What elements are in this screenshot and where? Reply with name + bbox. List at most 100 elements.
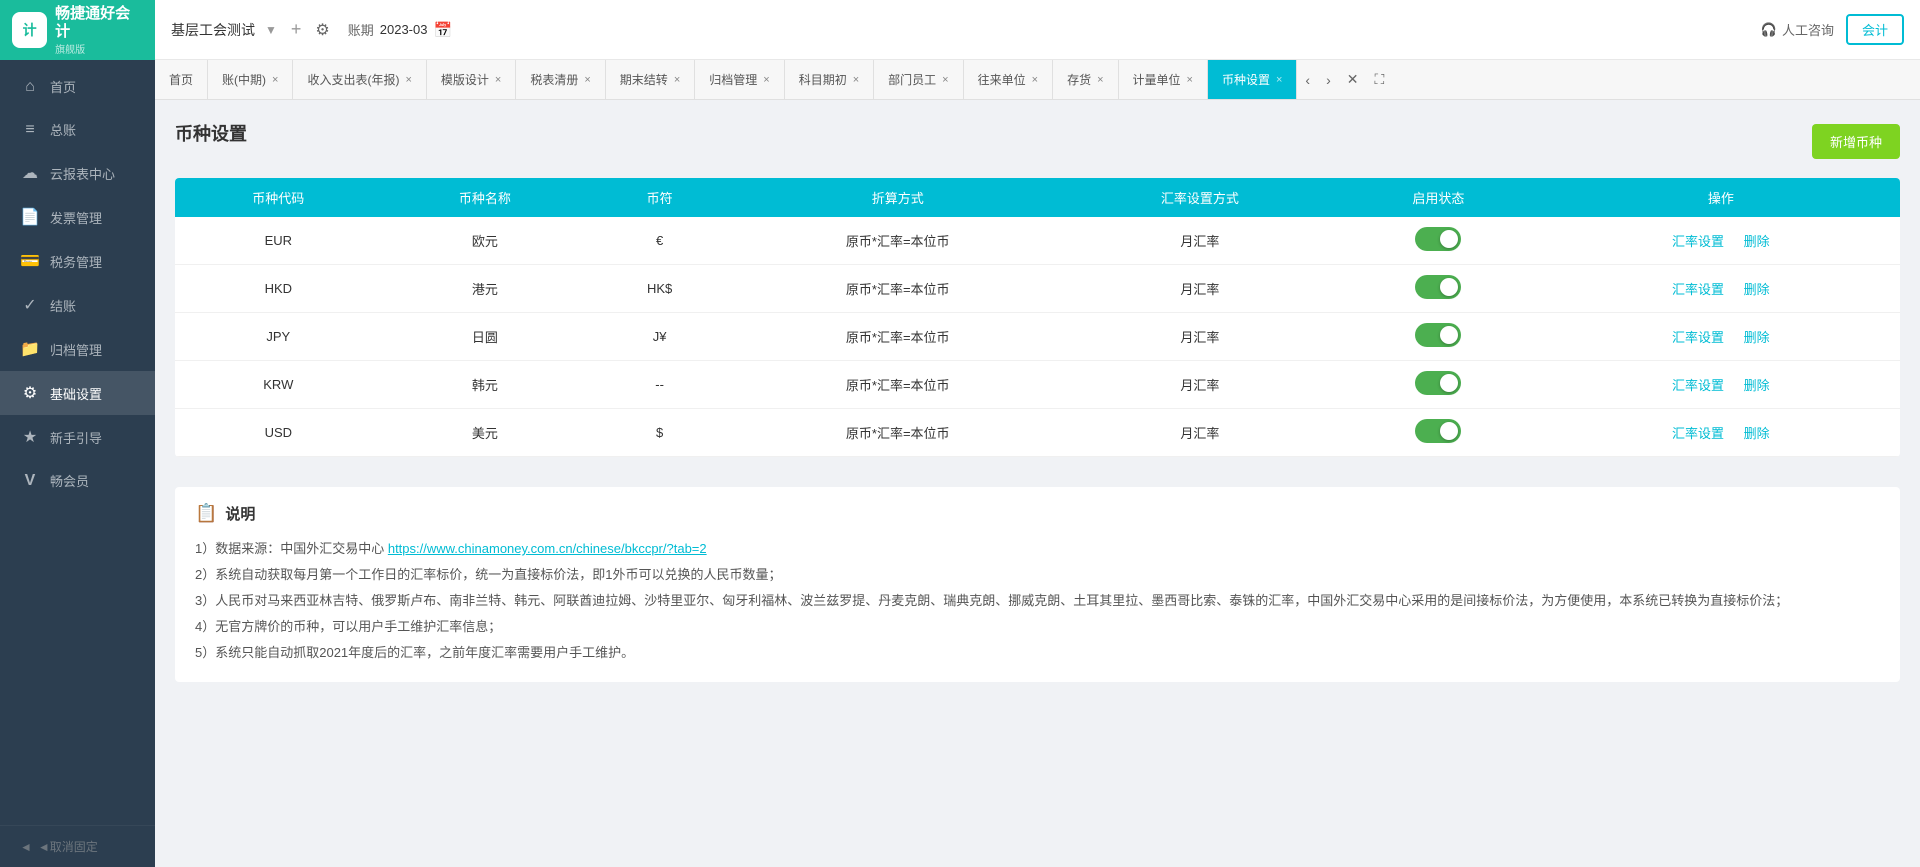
notes-link[interactable]: https://www.chinamoney.com.cn/chinese/bk… [388, 541, 707, 556]
tab-inventory[interactable]: 存货 × [1053, 60, 1118, 99]
tab-unit[interactable]: 计量单位 × [1119, 60, 1208, 99]
toggle-switch-4[interactable] [1415, 419, 1461, 443]
tab-home[interactable]: 首页 [155, 60, 208, 99]
period-value: 2023-03 [380, 22, 428, 37]
toggle-switch-3[interactable] [1415, 371, 1461, 395]
sidebar-item-checkout[interactable]: ✓ 结账 [0, 283, 155, 327]
sidebar-item-archive[interactable]: 📁 归档管理 [0, 327, 155, 371]
settings-icon: ⚙ [20, 383, 40, 403]
tab-period-end-label: 期末结转 [620, 71, 668, 88]
consulting-button[interactable]: 🎧 人工咨询 [1761, 20, 1834, 39]
logo-sub: 旗舰版 [55, 41, 143, 56]
toggle-switch-2[interactable] [1415, 323, 1461, 347]
delete-link-2[interactable]: 删除 [1744, 330, 1770, 345]
sidebar-nav: ⌂ 首页 ≡ 总账 ☁ 云报表中心 📄 发票管理 💳 税务管理 ✓ 结账 📁 归… [0, 60, 155, 825]
delete-link-3[interactable]: 删除 [1744, 378, 1770, 393]
sidebar-item-guide[interactable]: ★ 新手引导 [0, 415, 155, 459]
tab-period-end[interactable]: 期末结转 × [606, 60, 695, 99]
toggle-switch-1[interactable] [1415, 275, 1461, 299]
sidebar-item-settings[interactable]: ⚙ 基础设置 [0, 371, 155, 415]
sidebar-item-tax[interactable]: 💳 税务管理 [0, 239, 155, 283]
cell-rate-type-1: 月汇率 [1065, 265, 1336, 313]
checkout-icon: ✓ [20, 295, 40, 315]
kuaiji-button[interactable]: 会计 [1846, 14, 1904, 45]
tab-currency-close[interactable]: × [1276, 74, 1282, 86]
tab-unit-close[interactable]: × [1187, 74, 1193, 86]
tab-dept[interactable]: 部门员工 × [874, 60, 963, 99]
tab-archive[interactable]: 归档管理 × [695, 60, 784, 99]
cell-toggle-3 [1335, 361, 1542, 409]
table-row: EUR 欧元 € 原币*汇率=本位币 月汇率 汇率设置 删除 [175, 217, 1900, 265]
rate-settings-link-0[interactable]: 汇率设置 [1672, 234, 1724, 249]
toggle-knob-4 [1440, 422, 1458, 440]
cell-method-1: 原币*汇率=本位币 [731, 265, 1065, 313]
ledger-icon: ≡ [20, 121, 40, 139]
tab-counterpart[interactable]: 往来单位 × [964, 60, 1053, 99]
tab-currency[interactable]: 币种设置 × [1208, 60, 1297, 99]
tab-subject[interactable]: 科目期初 × [785, 60, 874, 99]
tab-income-label: 收入支出表(年报) [307, 71, 399, 88]
sidebar-label-reports: 云报表中心 [50, 164, 115, 183]
sidebar-item-invoice[interactable]: 📄 发票管理 [0, 195, 155, 239]
cell-method-3: 原币*汇率=本位币 [731, 361, 1065, 409]
tab-prev-button[interactable]: ‹ [1297, 60, 1318, 99]
rate-settings-link-1[interactable]: 汇率设置 [1672, 282, 1724, 297]
add-tab-button[interactable]: + [287, 19, 306, 40]
tab-account[interactable]: 账(中期) × [208, 60, 293, 99]
tab-tax[interactable]: 税表清册 × [516, 60, 605, 99]
table-row: JPY 日圆 J¥ 原币*汇率=本位币 月汇率 汇率设置 删除 [175, 313, 1900, 361]
sidebar-item-ledger[interactable]: ≡ 总账 [0, 108, 155, 151]
col-symbol: 币符 [588, 178, 731, 217]
sidebar-item-reports[interactable]: ☁ 云报表中心 [0, 151, 155, 195]
rate-settings-link-3[interactable]: 汇率设置 [1672, 378, 1724, 393]
tab-bar: 首页 账(中期) × 收入支出表(年报) × 模版设计 × 税表清册 × 期末结… [155, 60, 1920, 100]
col-rate-type: 汇率设置方式 [1065, 178, 1336, 217]
tab-counterpart-close[interactable]: × [1032, 74, 1038, 86]
delete-link-1[interactable]: 删除 [1744, 282, 1770, 297]
company-settings-icon[interactable]: ⚙ [315, 20, 329, 40]
tab-tax-close[interactable]: × [584, 74, 590, 86]
tab-expand-button[interactable]: ⛶ [1367, 60, 1393, 99]
tab-inventory-close[interactable]: × [1097, 74, 1103, 86]
delete-link-4[interactable]: 删除 [1744, 426, 1770, 441]
tab-period-end-close[interactable]: × [674, 74, 680, 86]
sidebar-pin-toggle[interactable]: ◄ ◄取消固定 [0, 825, 155, 867]
tab-template[interactable]: 模版设计 × [427, 60, 516, 99]
company-dropdown-icon[interactable]: ▼ [265, 23, 277, 37]
new-currency-button[interactable]: 新增币种 [1812, 124, 1900, 159]
tab-archive-close[interactable]: × [763, 74, 769, 86]
guide-icon: ★ [20, 427, 40, 447]
sidebar-label-guide: 新手引导 [50, 428, 102, 447]
sidebar-item-member[interactable]: V 畅会员 [0, 459, 155, 502]
home-icon: ⌂ [20, 78, 40, 96]
cell-code-3: KRW [175, 361, 382, 409]
tab-currency-label: 币种设置 [1222, 71, 1270, 88]
tab-dept-close[interactable]: × [942, 74, 948, 86]
notes-content: 1）数据来源：中国外汇交易中心 https://www.chinamoney.c… [195, 536, 1880, 666]
tab-income[interactable]: 收入支出表(年报) × [293, 60, 426, 99]
col-method: 折算方式 [731, 178, 1065, 217]
tab-close-all-button[interactable]: ✕ [1339, 60, 1367, 99]
tab-template-close[interactable]: × [495, 74, 501, 86]
cell-method-2: 原币*汇率=本位币 [731, 313, 1065, 361]
company-name: 基层工会测试 [171, 20, 255, 40]
rate-settings-link-2[interactable]: 汇率设置 [1672, 330, 1724, 345]
pin-label: ◄取消固定 [38, 838, 98, 855]
sidebar-label-settings: 基础设置 [50, 384, 102, 403]
tab-dept-label: 部门员工 [888, 71, 936, 88]
toggle-switch-0[interactable] [1415, 227, 1461, 251]
cell-actions-3: 汇率设置 删除 [1542, 361, 1900, 409]
tab-account-close[interactable]: × [272, 74, 278, 86]
tab-subject-close[interactable]: × [853, 74, 859, 86]
cell-actions-1: 汇率设置 删除 [1542, 265, 1900, 313]
delete-link-0[interactable]: 删除 [1744, 234, 1770, 249]
rate-settings-link-4[interactable]: 汇率设置 [1672, 426, 1724, 441]
notes-section: 📋 说明 1）数据来源：中国外汇交易中心 https://www.chinamo… [175, 487, 1900, 682]
calendar-icon[interactable]: 📅 [433, 21, 452, 39]
cell-symbol-2: J¥ [588, 313, 731, 361]
sidebar-label-archive: 归档管理 [50, 340, 102, 359]
sidebar-item-home[interactable]: ⌂ 首页 [0, 65, 155, 108]
tab-next-button[interactable]: › [1318, 60, 1339, 99]
cell-name-3: 韩元 [382, 361, 589, 409]
tab-income-close[interactable]: × [405, 74, 411, 86]
